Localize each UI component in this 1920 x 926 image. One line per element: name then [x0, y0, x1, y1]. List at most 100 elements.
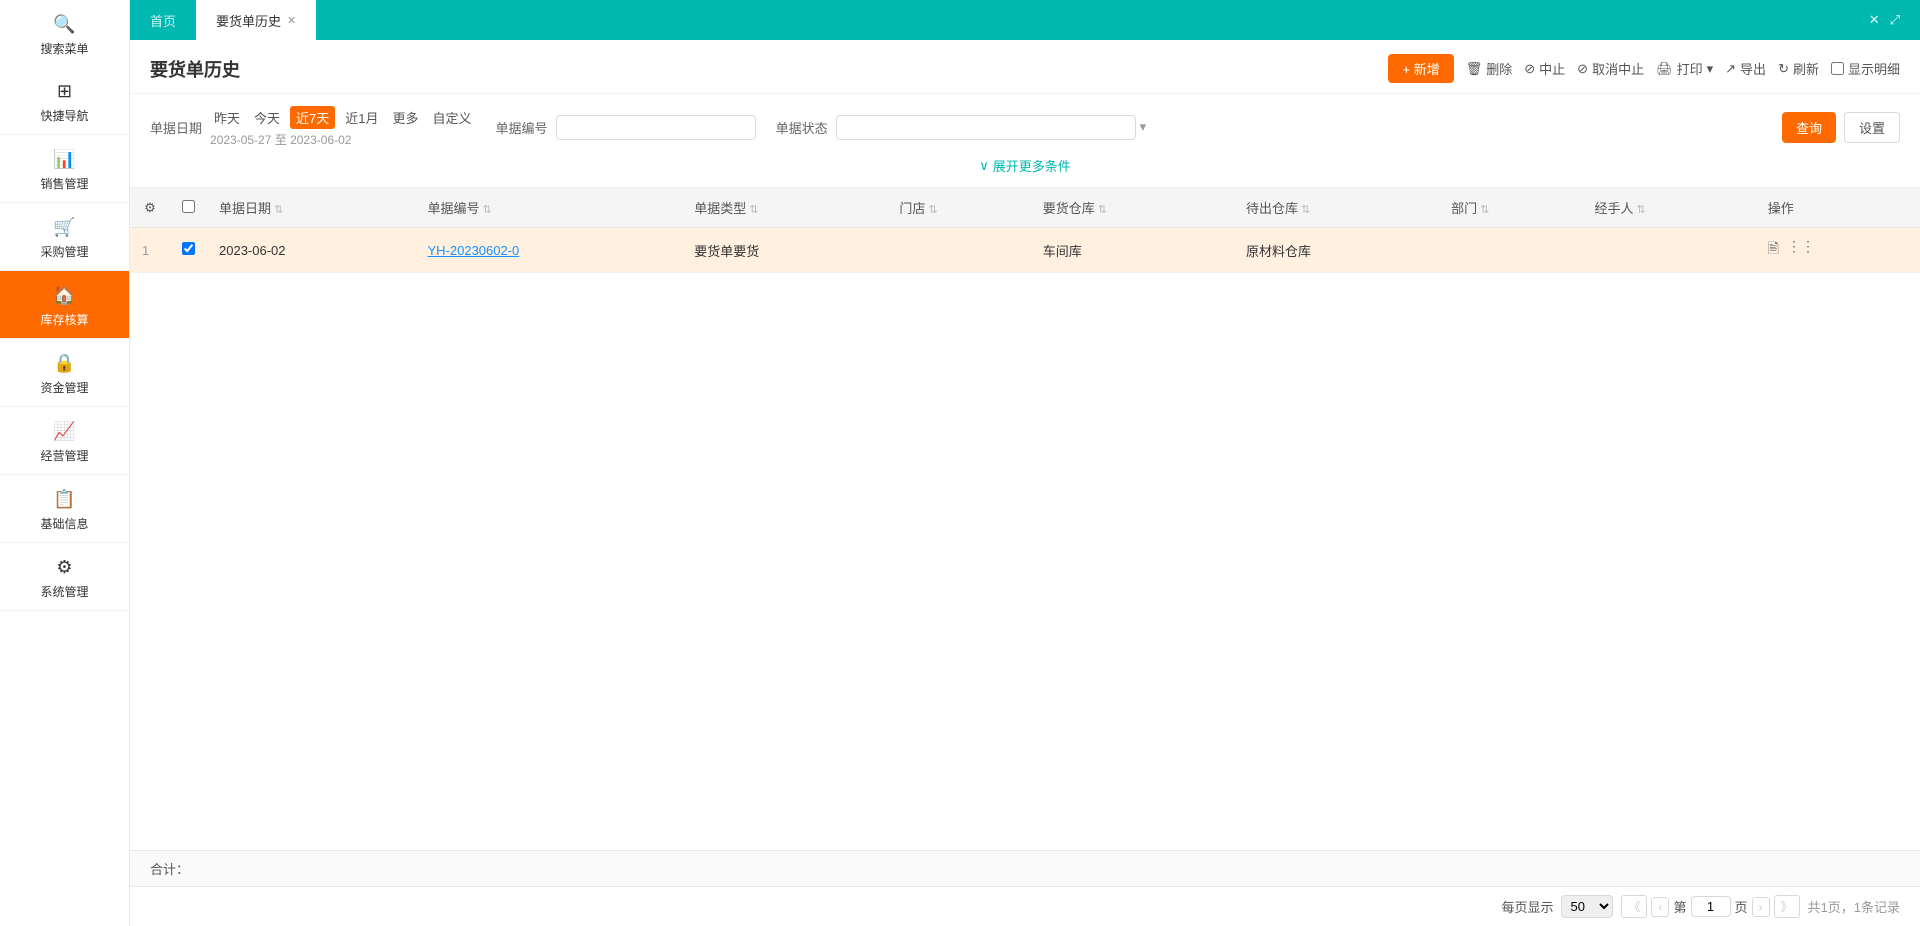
sidebar-item-inventory[interactable]: 🏠 库存核算 — [0, 271, 129, 339]
doc-num-sort-icon[interactable]: ⇅ — [483, 204, 492, 216]
sidebar-item-label: 系统管理 — [40, 583, 88, 600]
delete-icon: 🗑 — [1466, 61, 1483, 77]
refresh-button[interactable]: ↻ 刷新 — [1778, 59, 1819, 78]
expand-more-btn[interactable]: ∨ 展开更多条件 — [150, 156, 1900, 175]
query-button[interactable]: 查询 — [1782, 112, 1836, 143]
table-checkbox-col — [170, 188, 207, 228]
row-doc-number: YH-20230602-0 — [416, 228, 683, 273]
display-detail-button[interactable]: 显示明细 — [1831, 59, 1900, 78]
sidebar-item-basic[interactable]: 📋 基础信息 — [0, 475, 129, 543]
chevron-down-icon: ∨ — [979, 158, 989, 174]
doc-number-label: 单据编号 — [496, 118, 548, 137]
sales-icon: 📊 — [53, 149, 75, 170]
more-dates-btn[interactable]: 更多 — [389, 106, 423, 129]
store-sort-icon[interactable]: ⇅ — [928, 204, 937, 216]
action-icons: 🖹 ⋮⋮ — [1768, 238, 1908, 262]
tab-close-btn[interactable]: ✕ — [287, 14, 296, 27]
settings-button[interactable]: 设置 — [1844, 112, 1900, 143]
quick-nav-icon: ⊞ — [57, 81, 72, 102]
first-page-btn[interactable]: 《 — [1621, 895, 1647, 918]
purchase-icon: 🛒 — [53, 217, 75, 238]
sidebar-item-label: 快捷导航 — [40, 107, 88, 124]
home-tab-label: 首页 — [150, 11, 176, 30]
row-num: 1 — [130, 228, 170, 273]
table-footer: 合计： — [130, 850, 1920, 886]
handler-col-header: 经手人⇅ — [1582, 188, 1755, 228]
sidebar-search[interactable]: 🔍 搜索菜单 — [0, 0, 129, 67]
doc-type-col-header: 单据类型⇅ — [682, 188, 887, 228]
per-page-label: 每页显示 — [1501, 897, 1553, 916]
more-action-icon[interactable]: ⋮⋮ — [1787, 238, 1815, 262]
refresh-icon: ↻ — [1778, 61, 1789, 77]
yesterday-btn[interactable]: 昨天 — [210, 106, 244, 129]
per-page-select[interactable]: 50 100 200 — [1561, 895, 1613, 918]
pending-warehouse-col-header: 待出仓库⇅ — [1234, 188, 1439, 228]
sidebar-item-label: 采购管理 — [40, 243, 88, 260]
basic-icon: 📋 — [53, 489, 75, 510]
toolbar: + 新增 🗑 删除 ⊘ 中止 ⊘ 取消中止 🖨 打 — [1388, 54, 1900, 83]
status-label: 单据状态 — [776, 118, 828, 137]
page-number-input[interactable] — [1691, 896, 1731, 917]
window-close-btn[interactable]: ✕ — [1869, 12, 1880, 28]
table-settings-icon[interactable]: ⚙ — [144, 200, 156, 215]
sidebar-item-sales[interactable]: 📊 销售管理 — [0, 135, 129, 203]
date-quick-filters: 昨天 今天 近7天 近1月 更多 自定义 — [210, 106, 476, 129]
export-button[interactable]: ↗ 导出 — [1725, 59, 1766, 78]
display-detail-checkbox[interactable] — [1831, 62, 1844, 75]
filter-area: 单据日期 昨天 今天 近7天 近1月 更多 自定义 2023-05-27 至 2… — [130, 94, 1920, 188]
sidebar-item-label: 资金管理 — [40, 379, 88, 396]
row-actions: 🖹 ⋮⋮ — [1756, 228, 1920, 273]
date-sort-icon[interactable]: ⇅ — [274, 204, 283, 216]
stop-button[interactable]: ⊘ 中止 — [1524, 59, 1565, 78]
prev-page-btn[interactable]: ‹ — [1651, 897, 1669, 917]
page-header: 要货单历史 + 新增 🗑 删除 ⊘ 中止 ⊘ 取消中止 — [130, 40, 1920, 94]
last7days-btn[interactable]: 近7天 — [290, 106, 335, 129]
doc-number-filter-item: 单据编号 — [496, 115, 756, 140]
handler-sort-icon[interactable]: ⇅ — [1636, 204, 1645, 216]
today-btn[interactable]: 今天 — [250, 106, 284, 129]
dept-sort-icon[interactable]: ⇅ — [1480, 204, 1489, 216]
doc-type-sort-icon[interactable]: ⇅ — [749, 204, 758, 216]
last1month-btn[interactable]: 近1月 — [341, 106, 382, 129]
sidebar-item-operation[interactable]: 📈 经营管理 — [0, 407, 129, 475]
table-settings-col: ⚙ — [130, 188, 170, 228]
total-label: 合计： — [150, 862, 189, 877]
main-area: 首页 要货单历史 ✕ ✕ ⤢ 要货单历史 + 新增 🗑 删除 — [130, 0, 1920, 926]
top-right-area: ✕ ⤢ — [1869, 12, 1920, 28]
row-handler — [1582, 228, 1755, 273]
status-input[interactable] — [836, 115, 1136, 140]
view-action-icon[interactable]: 🖹 — [1768, 238, 1779, 262]
filter-row: 单据日期 昨天 今天 近7天 近1月 更多 自定义 2023-05-27 至 2… — [150, 106, 1900, 148]
req-wh-sort-icon[interactable]: ⇅ — [1098, 204, 1107, 216]
pending-wh-sort-icon[interactable]: ⇅ — [1301, 204, 1310, 216]
page-input-suffix: 页 — [1735, 897, 1748, 916]
page-input-prefix: 第 — [1673, 897, 1686, 916]
row-checkbox[interactable] — [182, 242, 195, 255]
custom-dates-btn[interactable]: 自定义 — [429, 106, 476, 129]
content-area: 要货单历史 + 新增 🗑 删除 ⊘ 中止 ⊘ 取消中止 — [130, 40, 1920, 926]
next-page-btn[interactable]: › — [1752, 897, 1770, 917]
requisition-tab-label: 要货单历史 — [216, 11, 281, 30]
pagination: 每页显示 50 100 200 《 ‹ 第 页 › 》 共1页，1条记录 — [130, 886, 1920, 926]
sidebar-item-label: 基础信息 — [40, 515, 88, 532]
date-filter-group: 昨天 今天 近7天 近1月 更多 自定义 2023-05-27 至 2023-0… — [210, 106, 476, 148]
store-col-header: 门店⇅ — [887, 188, 1030, 228]
select-all-checkbox[interactable] — [182, 200, 195, 213]
sidebar-item-system[interactable]: ⚙ 系统管理 — [0, 543, 129, 611]
window-maximize-btn[interactable]: ⤢ — [1890, 12, 1900, 28]
status-dropdown-icon[interactable]: ▾ — [1140, 119, 1147, 135]
sidebar-item-finance[interactable]: 🔒 资金管理 — [0, 339, 129, 407]
delete-button[interactable]: 🗑 删除 — [1466, 59, 1513, 78]
nav-tab-home[interactable]: 首页 — [130, 0, 196, 40]
sidebar-item-quick-nav[interactable]: ⊞ 快捷导航 — [0, 67, 129, 135]
doc-number-col-header: 单据编号⇅ — [416, 188, 683, 228]
sidebar-item-purchase[interactable]: 🛒 采购管理 — [0, 203, 129, 271]
last-page-btn[interactable]: 》 — [1774, 895, 1800, 918]
cancel-stop-button[interactable]: ⊘ 取消中止 — [1577, 59, 1644, 78]
new-button[interactable]: + 新增 — [1388, 54, 1453, 83]
pagination-nav: 《 ‹ 第 页 › 》 — [1621, 895, 1799, 918]
nav-tab-requisition-history[interactable]: 要货单历史 ✕ — [196, 0, 316, 40]
print-button[interactable]: 🖨 打印 ▾ — [1656, 59, 1713, 78]
doc-number-link[interactable]: YH-20230602-0 — [428, 243, 520, 258]
doc-number-input[interactable] — [556, 115, 756, 140]
